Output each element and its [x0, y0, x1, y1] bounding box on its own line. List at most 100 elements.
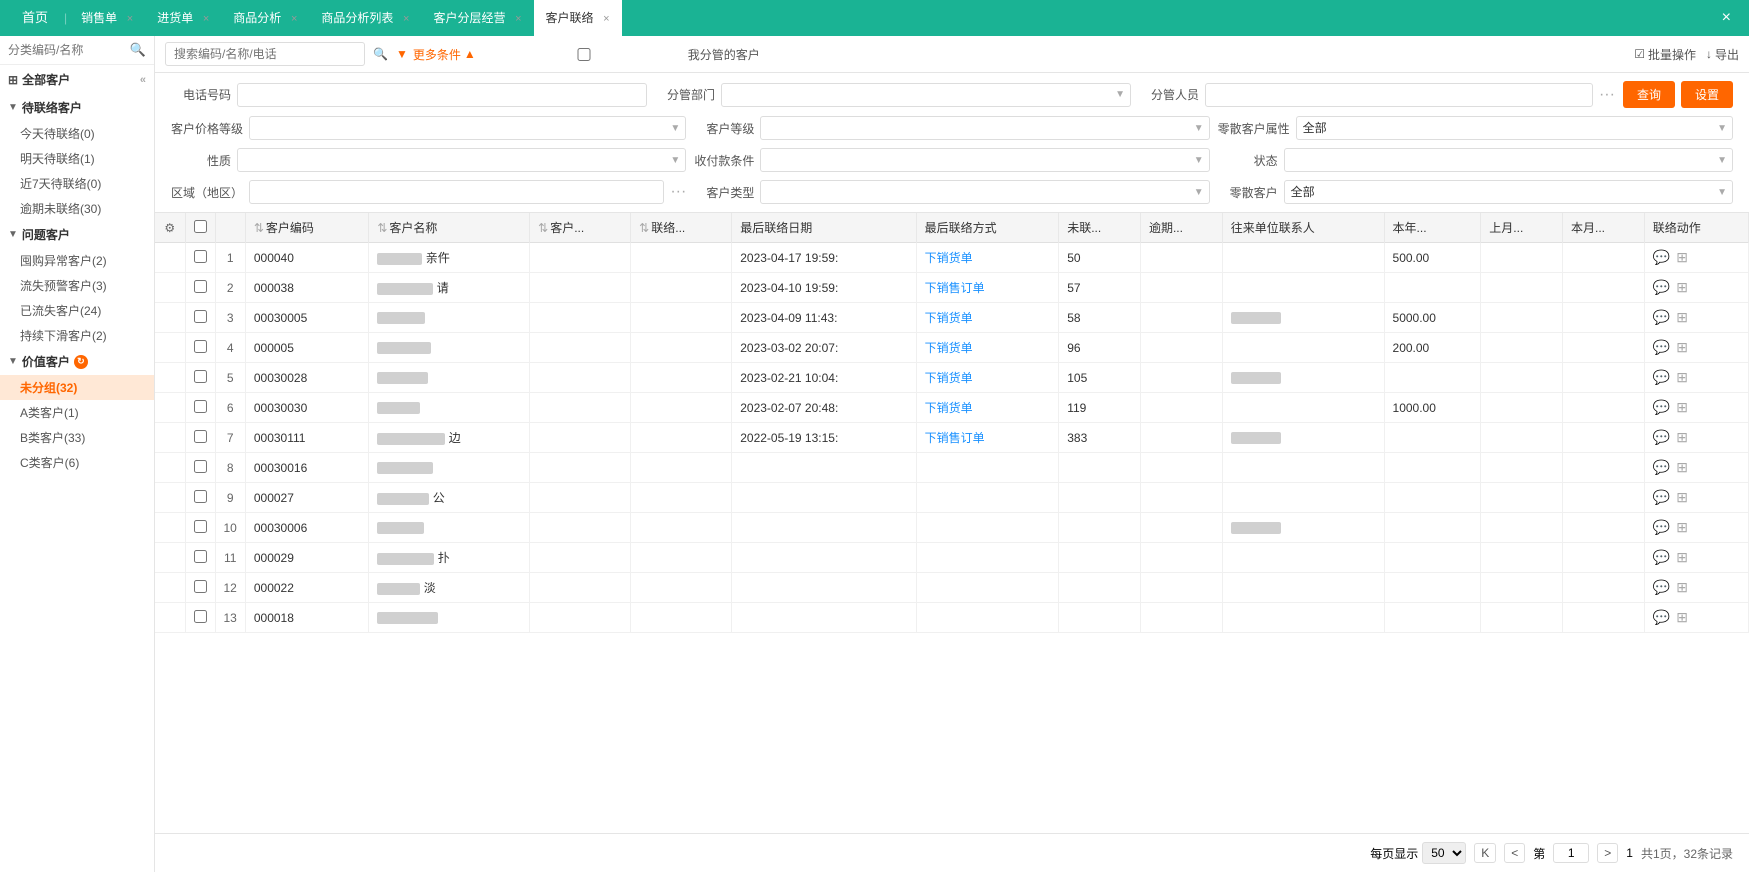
more-icon[interactable]: ⊞ — [1676, 309, 1688, 326]
nav-tab-purchase[interactable]: 进货单 × — [145, 0, 221, 36]
sidebar-item-7days[interactable]: 近7天待联络(0) — [0, 171, 154, 196]
batch-op-button[interactable]: ☑ 批量操作 — [1634, 46, 1696, 63]
sidebar-item-b-class[interactable]: B类客户(33) — [0, 425, 154, 450]
row-checkbox-1[interactable] — [194, 280, 207, 293]
close-tab-analysis-icon[interactable]: × — [291, 13, 297, 25]
sidebar-value-customer-section[interactable]: ▼ 价值客户 ↻ — [0, 348, 154, 375]
settings-icon[interactable]: ⚙ — [164, 221, 175, 235]
filter-person-input[interactable] — [1205, 83, 1593, 107]
nav-tab-product-analysis[interactable]: 商品分析 × — [221, 0, 309, 36]
cell-checkbox[interactable] — [185, 543, 215, 573]
filter-payment-select[interactable] — [760, 148, 1209, 172]
more-icon[interactable]: ⊞ — [1676, 369, 1688, 386]
sidebar-all-customers[interactable]: ⊞ 全部客户 « — [0, 65, 154, 94]
contact-method-link[interactable]: 下销货单 — [925, 341, 973, 355]
query-button[interactable]: 查询 — [1623, 81, 1675, 108]
cell-checkbox[interactable] — [185, 303, 215, 333]
row-checkbox-0[interactable] — [194, 250, 207, 263]
sidebar-search-icon[interactable]: 🔍 — [130, 42, 146, 58]
filter-retail-cust-select[interactable]: 全部 — [1284, 180, 1733, 204]
nav-tab-sales[interactable]: 销售单 × — [69, 0, 145, 36]
contact-method-link[interactable]: 下销货单 — [925, 401, 973, 415]
close-window-icon[interactable]: × — [1712, 9, 1741, 27]
sidebar-problem-customer-section[interactable]: ▼ 问题客户 — [0, 221, 154, 248]
more-icon[interactable]: ⊞ — [1676, 249, 1688, 266]
cell-checkbox[interactable] — [185, 423, 215, 453]
nav-home[interactable]: 首页 — [8, 0, 62, 36]
next-page-button[interactable]: > — [1597, 843, 1618, 863]
close-tab-sales-icon[interactable]: × — [127, 13, 133, 25]
sidebar-item-ungrouped[interactable]: 未分组(32) — [0, 375, 154, 400]
close-tab-list-icon[interactable]: × — [403, 13, 409, 25]
reset-button[interactable]: 设置 — [1681, 81, 1733, 108]
comment-icon[interactable]: 💬 — [1653, 609, 1670, 626]
cell-checkbox[interactable] — [185, 243, 215, 273]
comment-icon[interactable]: 💬 — [1653, 489, 1670, 506]
prev-page-button[interactable]: < — [1504, 843, 1525, 863]
more-icon[interactable]: ⊞ — [1676, 549, 1688, 566]
close-tab-contact-icon[interactable]: × — [603, 13, 609, 25]
collapse-icon[interactable]: « — [140, 74, 146, 86]
row-checkbox-3[interactable] — [194, 340, 207, 353]
contact-method-link[interactable]: 下销货单 — [925, 311, 973, 325]
more-icon[interactable]: ⊞ — [1676, 459, 1688, 476]
sidebar-pending-contact-section[interactable]: ▼ 待联络客户 — [0, 94, 154, 121]
more-icon[interactable]: ⊞ — [1676, 609, 1688, 626]
first-page-button[interactable]: K — [1474, 843, 1496, 863]
comment-icon[interactable]: 💬 — [1653, 369, 1670, 386]
close-tab-seg-icon[interactable]: × — [515, 13, 521, 25]
sidebar-item-abnormal[interactable]: 囤购异常客户(2) — [0, 248, 154, 273]
more-conditions-button[interactable]: ▼ 更多条件 ▲ — [396, 46, 476, 63]
row-checkbox-4[interactable] — [194, 370, 207, 383]
comment-icon[interactable]: 💬 — [1653, 279, 1670, 296]
cell-checkbox[interactable] — [185, 393, 215, 423]
row-checkbox-6[interactable] — [194, 430, 207, 443]
cell-checkbox[interactable] — [185, 363, 215, 393]
more-icon[interactable]: ⊞ — [1676, 279, 1688, 296]
filter-property-select[interactable] — [237, 148, 686, 172]
contact-method-link[interactable]: 下销货单 — [925, 251, 973, 265]
row-checkbox-8[interactable] — [194, 490, 207, 503]
contact-method-link[interactable]: 下销售订单 — [925, 281, 985, 295]
person-dots-icon[interactable]: ··· — [1599, 86, 1615, 104]
filter-cust-level-select[interactable] — [760, 116, 1209, 140]
refresh-icon[interactable]: ↻ — [74, 355, 88, 369]
search-button[interactable]: 🔍 — [373, 47, 388, 61]
row-checkbox-12[interactable] — [194, 610, 207, 623]
comment-icon[interactable]: 💬 — [1653, 549, 1670, 566]
nav-tab-customer-contact[interactable]: 客户联络 × — [534, 0, 622, 36]
row-checkbox-5[interactable] — [194, 400, 207, 413]
row-checkbox-2[interactable] — [194, 310, 207, 323]
sidebar-item-declining[interactable]: 持续下滑客户(2) — [0, 323, 154, 348]
sidebar-item-tomorrow[interactable]: 明天待联络(1) — [0, 146, 154, 171]
search-input[interactable] — [165, 42, 365, 66]
comment-icon[interactable]: 💬 — [1653, 519, 1670, 536]
comment-icon[interactable]: 💬 — [1653, 399, 1670, 416]
filter-status-select[interactable] — [1284, 148, 1733, 172]
cell-checkbox[interactable] — [185, 513, 215, 543]
nav-tab-customer-segmentation[interactable]: 客户分层经营 × — [421, 0, 533, 36]
my-customers-checkbox[interactable] — [484, 48, 684, 61]
row-checkbox-10[interactable] — [194, 550, 207, 563]
filter-dept-select[interactable] — [721, 83, 1131, 107]
sidebar-item-churn-warning[interactable]: 流失预警客户(3) — [0, 273, 154, 298]
cell-checkbox[interactable] — [185, 603, 215, 633]
filter-phone-input[interactable] — [237, 83, 647, 107]
more-icon[interactable]: ⊞ — [1676, 429, 1688, 446]
more-icon[interactable]: ⊞ — [1676, 489, 1688, 506]
row-checkbox-11[interactable] — [194, 580, 207, 593]
contact-method-link[interactable]: 下销售订单 — [925, 431, 985, 445]
comment-icon[interactable]: 💬 — [1653, 459, 1670, 476]
contact-method-link[interactable]: 下销货单 — [925, 371, 973, 385]
sidebar-item-today[interactable]: 今天待联络(0) — [0, 121, 154, 146]
comment-icon[interactable]: 💬 — [1653, 429, 1670, 446]
cell-checkbox[interactable] — [185, 453, 215, 483]
comment-icon[interactable]: 💬 — [1653, 579, 1670, 596]
cell-checkbox[interactable] — [185, 483, 215, 513]
cell-checkbox[interactable] — [185, 333, 215, 363]
more-icon[interactable]: ⊞ — [1676, 519, 1688, 536]
sidebar-search-input[interactable] — [8, 43, 126, 57]
nav-tab-product-list[interactable]: 商品分析列表 × — [309, 0, 421, 36]
export-button[interactable]: ↓ 导出 — [1706, 46, 1739, 63]
comment-icon[interactable]: 💬 — [1653, 339, 1670, 356]
